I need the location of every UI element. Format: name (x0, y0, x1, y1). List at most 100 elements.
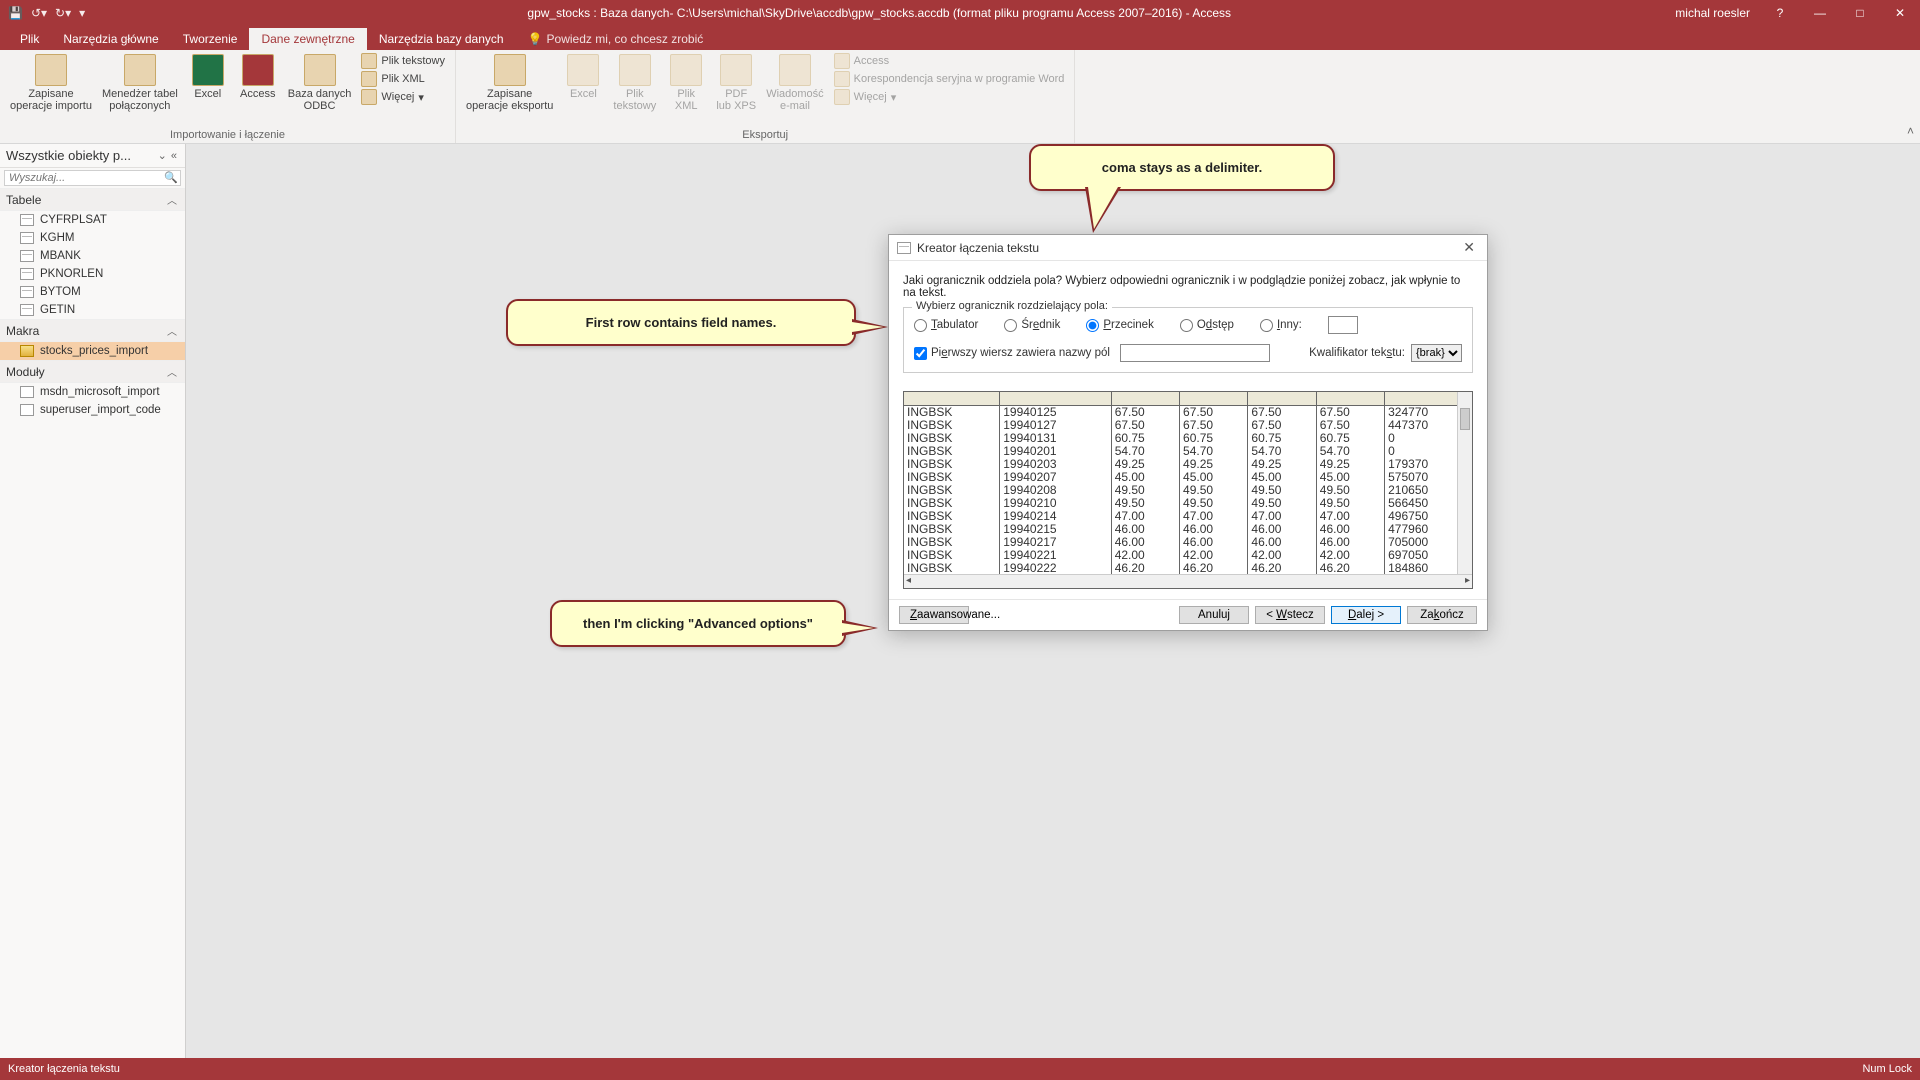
radio-semicolon[interactable]: Średnik (1004, 319, 1060, 332)
first-row-text[interactable] (1120, 344, 1270, 362)
radio-input[interactable] (1004, 319, 1017, 332)
title-bar: 💾 ↺▾ ↻▾ ▾ gpw_stocks : Baza danych- C:\U… (0, 0, 1920, 26)
cell: 46.00 (1248, 536, 1316, 549)
undo-icon[interactable]: ↺▾ (31, 6, 47, 20)
scrollbar-vertical[interactable] (1457, 392, 1472, 574)
cell: 67.50 (1316, 405, 1384, 419)
tab-file[interactable]: Plik (8, 28, 51, 50)
tab-create[interactable]: Tworzenie (171, 28, 250, 50)
scrollbar-horizontal[interactable]: ◂▸ (904, 574, 1472, 588)
section-tables[interactable]: Tabele︿ (0, 188, 185, 211)
export-pdf-button: PDF lub XPS (712, 52, 760, 114)
nav-item[interactable]: msdn_microsoft_import (0, 383, 185, 401)
cell: 46.00 (1248, 523, 1316, 536)
import-text-button[interactable]: Plik tekstowy (357, 52, 449, 70)
qat-customize-icon[interactable]: ▾ (79, 6, 85, 20)
finish-button[interactable]: Zakończ (1407, 606, 1477, 624)
nav-item[interactable]: PKNORLEN (0, 265, 185, 283)
saved-imports-button[interactable]: Zapisane operacje importu (6, 52, 96, 114)
section-macros[interactable]: Makra︿ (0, 319, 185, 342)
cell: 54.70 (1111, 445, 1179, 458)
maximize-icon[interactable]: □ (1840, 0, 1880, 26)
annotation-text: then I'm clicking "Advanced options" (583, 616, 813, 631)
import-more-button[interactable]: Więcej▾ (357, 88, 449, 106)
table-row: INGBSK1994020154.7054.7054.7054.700 (904, 445, 1472, 458)
nav-item[interactable]: GETIN (0, 301, 185, 319)
table-row: INGBSK1994021049.5049.5049.5049.50566450 (904, 497, 1472, 510)
radio-tab[interactable]: Tabulator (914, 319, 978, 332)
radio-input[interactable] (1086, 319, 1099, 332)
saved-exports-button[interactable]: Zapisane operacje eksportu (462, 52, 557, 114)
export-excel-button: Excel (559, 52, 607, 102)
search-input[interactable] (4, 170, 181, 186)
user-name[interactable]: michal roesler (1665, 6, 1760, 20)
linked-table-icon (124, 54, 156, 86)
radio-input[interactable] (1260, 319, 1273, 332)
checkbox-input[interactable] (914, 347, 927, 360)
tell-me[interactable]: 💡Powiedz mi, co chcesz zrobić (516, 28, 716, 50)
col-header (1316, 392, 1384, 405)
close-icon[interactable]: ✕ (1880, 0, 1920, 26)
cell: INGBSK (904, 510, 1000, 523)
cell: INGBSK (904, 458, 1000, 471)
search-icon[interactable]: 🔍 (164, 171, 178, 184)
cell: 60.75 (1180, 432, 1248, 445)
d-icon (20, 404, 34, 416)
radio-space[interactable]: Odstęp (1180, 319, 1234, 332)
import-access-button[interactable]: Access (234, 52, 282, 102)
radio-input[interactable] (1180, 319, 1193, 332)
label: Zapisane operacje eksportu (466, 88, 553, 112)
nav-dropdown-icon[interactable]: ⌄ (156, 149, 169, 162)
cell: 67.50 (1180, 419, 1248, 432)
qualifier-select[interactable]: {brak} (1411, 344, 1462, 362)
nav-item[interactable]: MBANK (0, 247, 185, 265)
nav-item[interactable]: stocks_prices_import (0, 342, 185, 360)
cell: 19940127 (1000, 419, 1111, 432)
first-row-checkbox[interactable]: Pierwszy wiersz zawiera nazwy pól (914, 347, 1110, 360)
nav-search[interactable]: 🔍 (4, 170, 181, 186)
redo-icon[interactable]: ↻▾ (55, 6, 71, 20)
section-modules[interactable]: Moduły︿ (0, 360, 185, 383)
help-icon[interactable]: ? (1760, 0, 1800, 26)
import-excel-button[interactable]: Excel (184, 52, 232, 102)
cell: INGBSK (904, 497, 1000, 510)
back-button[interactable]: < Wstecz (1255, 606, 1325, 624)
status-numlock: Num Lock (1862, 1063, 1912, 1075)
table-row: INGBSK1994020349.2549.2549.2549.25179370 (904, 458, 1472, 471)
other-delimiter-input[interactable] (1328, 316, 1358, 334)
import-odbc-button[interactable]: Baza danych ODBC (284, 52, 356, 114)
radio-other[interactable]: Inny: (1260, 319, 1302, 332)
scroll-left-icon[interactable]: ◂ (906, 575, 911, 588)
nav-collapse-icon[interactable]: « (169, 150, 179, 162)
cell: 49.25 (1180, 458, 1248, 471)
import-xml-button[interactable]: Plik XML (357, 70, 449, 88)
tab-home[interactable]: Narzędzia główne (51, 28, 170, 50)
label: Tabele (6, 193, 167, 207)
xml-icon (361, 71, 377, 87)
nav-item[interactable]: KGHM (0, 229, 185, 247)
cancel-button[interactable]: Anuluj (1179, 606, 1249, 624)
nav-item[interactable]: superuser_import_code (0, 401, 185, 419)
radio-comma[interactable]: Przecinek (1086, 319, 1154, 332)
nav-header[interactable]: Wszystkie obiekty p... ⌄ « (0, 144, 185, 168)
scroll-thumb[interactable] (1460, 408, 1470, 430)
export-text-button: Plik tekstowy (609, 52, 660, 114)
nav-item[interactable]: CYFRPLSAT (0, 211, 185, 229)
next-button[interactable]: Dalej > (1331, 606, 1401, 624)
dialog-close-icon[interactable]: ✕ (1459, 239, 1479, 256)
chevron-up-icon: ︿ (167, 364, 177, 379)
advanced-button[interactable]: Zaawansowane... (899, 606, 969, 624)
minimize-icon[interactable]: — (1800, 0, 1840, 26)
radio-input[interactable] (914, 319, 927, 332)
collapse-ribbon-icon[interactable]: ˄ (1907, 124, 1914, 138)
tab-db-tools[interactable]: Narzędzia bazy danych (367, 28, 516, 50)
cell: 49.25 (1111, 458, 1179, 471)
col-header (1111, 392, 1179, 405)
scroll-right-icon[interactable]: ▸ (1465, 575, 1470, 588)
nav-item[interactable]: BYTOM (0, 283, 185, 301)
linked-table-manager-button[interactable]: Menedżer tabel połączonych (98, 52, 182, 114)
tab-external-data[interactable]: Dane zewnętrzne (249, 28, 366, 50)
save-icon[interactable]: 💾 (8, 6, 23, 20)
cell: 54.70 (1248, 445, 1316, 458)
text-link-wizard-dialog: Kreator łączenia tekstu ✕ Jaki ograniczn… (888, 234, 1488, 631)
